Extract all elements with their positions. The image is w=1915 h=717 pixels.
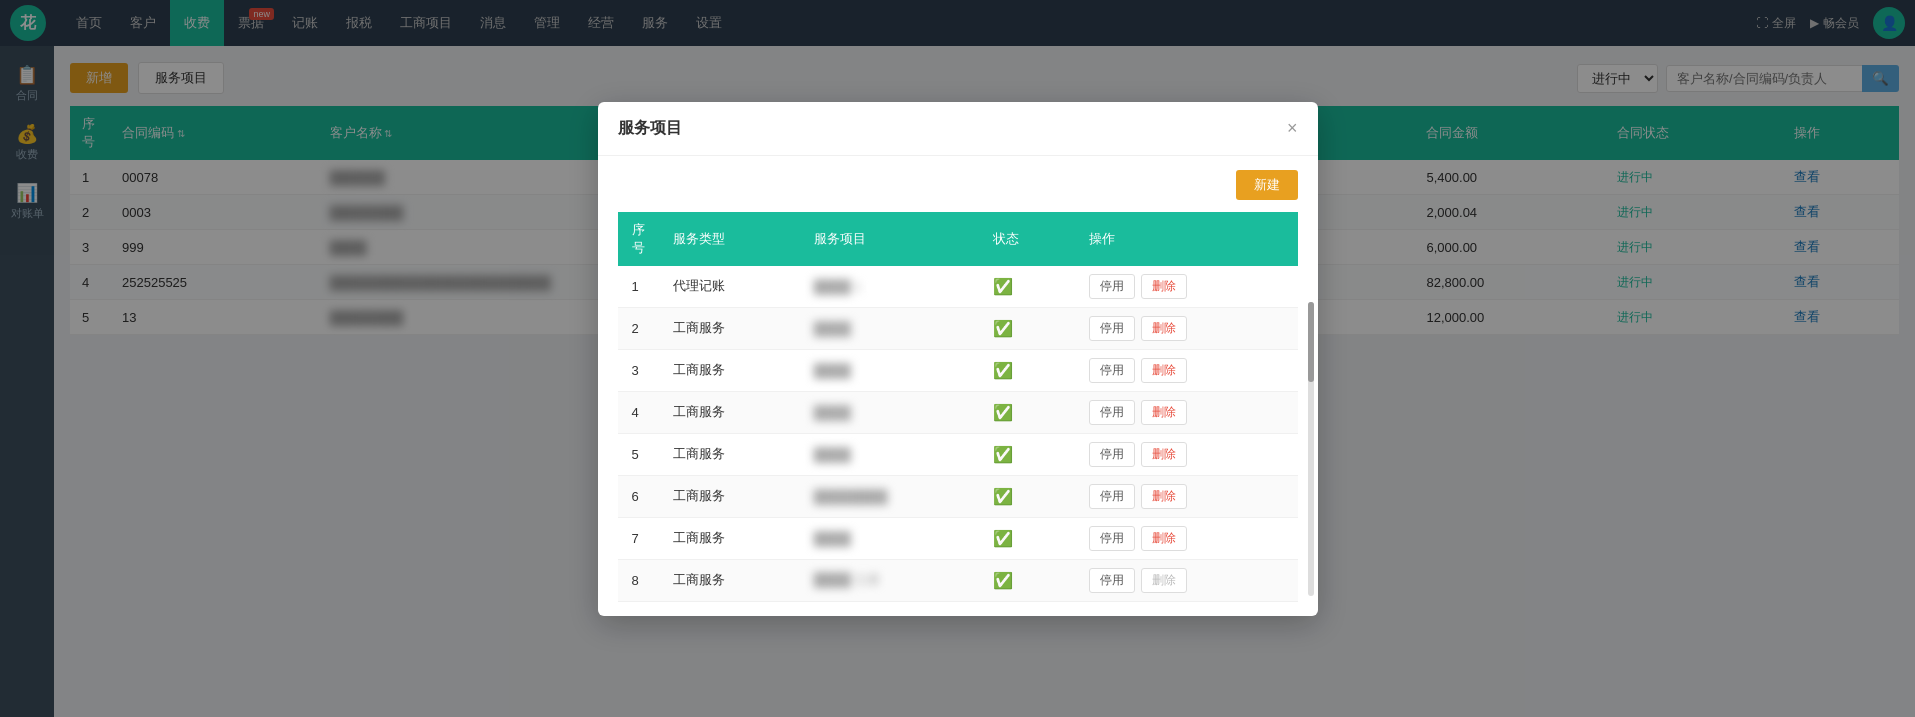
status-check-icon: ✅ xyxy=(993,278,1013,295)
status-check-icon: ✅ xyxy=(993,530,1013,547)
modal-cell-status: ✅ xyxy=(979,349,1074,391)
service-modal: 服务项目 × 新建 序号 服务类型 服务项目 状态 操作 1 代理记账 xyxy=(598,102,1318,616)
modal-cell-type: 工商服务 xyxy=(659,433,800,475)
modal-cell-status: ✅ xyxy=(979,433,1074,475)
modal-cell-type: 工商服务 xyxy=(659,475,800,517)
delete-button[interactable]: 删除 xyxy=(1141,484,1187,509)
modal-close-button[interactable]: × xyxy=(1287,119,1298,137)
stop-button[interactable]: 停用 xyxy=(1089,358,1135,383)
modal-cell-type: 工商服务 xyxy=(659,517,800,559)
modal-cell-type: 工商服务 xyxy=(659,391,800,433)
status-check-icon: ✅ xyxy=(993,446,1013,463)
delete-button[interactable]: 删除 xyxy=(1141,274,1187,299)
modal-cell-status: ✅ xyxy=(979,307,1074,349)
modal-col-seq: 序号 xyxy=(618,212,659,266)
modal-scrollbar[interactable] xyxy=(1308,302,1314,596)
stop-button[interactable]: 停用 xyxy=(1089,316,1135,341)
modal-cell-project: ████ xyxy=(800,349,980,391)
stop-button[interactable]: 停用 xyxy=(1089,442,1135,467)
delete-button[interactable]: 删除 xyxy=(1141,568,1187,593)
service-items-table: 序号 服务类型 服务项目 状态 操作 1 代理记账 ████ 1 ✅ 停用 删除… xyxy=(618,212,1298,602)
modal-cell-status: ✅ xyxy=(979,517,1074,559)
modal-table-row: 4 工商服务 ████ ✅ 停用 删除 xyxy=(618,391,1298,433)
modal-cell-status: ✅ xyxy=(979,559,1074,601)
modal-cell-project: ████ xyxy=(800,517,980,559)
modal-cell-op: 停用 删除 xyxy=(1075,559,1298,601)
status-check-icon: ✅ xyxy=(993,404,1013,421)
modal-table-row: 1 代理记账 ████ 1 ✅ 停用 删除 xyxy=(618,266,1298,308)
stop-button[interactable]: 停用 xyxy=(1089,274,1135,299)
modal-cell-type: 工商服务 xyxy=(659,349,800,391)
stop-button[interactable]: 停用 xyxy=(1089,568,1135,593)
modal-title: 服务项目 xyxy=(618,118,682,139)
modal-cell-seq: 5 xyxy=(618,433,659,475)
modal-body: 新建 序号 服务类型 服务项目 状态 操作 1 代理记账 ████ 1 ✅ 停用 xyxy=(598,156,1318,616)
modal-scrollbar-thumb xyxy=(1308,302,1314,382)
stop-button[interactable]: 停用 xyxy=(1089,484,1135,509)
status-check-icon: ✅ xyxy=(993,488,1013,505)
modal-cell-status: ✅ xyxy=(979,266,1074,308)
status-check-icon: ✅ xyxy=(993,320,1013,337)
modal-cell-project: ████ xyxy=(800,391,980,433)
modal-cell-project: ████████ xyxy=(800,475,980,517)
modal-new-button[interactable]: 新建 xyxy=(1236,170,1298,200)
modal-col-project: 服务项目 xyxy=(800,212,980,266)
modal-cell-seq: 3 xyxy=(618,349,659,391)
status-check-icon: ✅ xyxy=(993,572,1013,589)
modal-header: 服务项目 × xyxy=(598,102,1318,156)
modal-table-row: 7 工商服务 ████ ✅ 停用 删除 xyxy=(618,517,1298,559)
delete-button[interactable]: 删除 xyxy=(1141,526,1187,551)
modal-col-op: 操作 xyxy=(1075,212,1298,266)
modal-cell-type: 代理记账 xyxy=(659,266,800,308)
modal-overlay[interactable]: 服务项目 × 新建 序号 服务类型 服务项目 状态 操作 1 代理记账 xyxy=(0,0,1915,717)
modal-cell-project: ████ xyxy=(800,307,980,349)
modal-cell-seq: 6 xyxy=(618,475,659,517)
modal-cell-op: 停用 删除 xyxy=(1075,517,1298,559)
modal-cell-seq: 8 xyxy=(618,559,659,601)
modal-col-status: 状态 xyxy=(979,212,1074,266)
modal-cell-op: 停用 删除 xyxy=(1075,391,1298,433)
modal-cell-project: ████ 注册 xyxy=(800,559,980,601)
modal-table-row: 5 工商服务 ████ ✅ 停用 删除 xyxy=(618,433,1298,475)
modal-cell-status: ✅ xyxy=(979,475,1074,517)
modal-table-row: 3 工商服务 ████ ✅ 停用 删除 xyxy=(618,349,1298,391)
stop-button[interactable]: 停用 xyxy=(1089,400,1135,425)
modal-cell-type: 工商服务 xyxy=(659,559,800,601)
modal-cell-op: 停用 删除 xyxy=(1075,475,1298,517)
modal-col-type: 服务类型 xyxy=(659,212,800,266)
stop-button[interactable]: 停用 xyxy=(1089,526,1135,551)
modal-cell-project: ████ xyxy=(800,433,980,475)
delete-button[interactable]: 删除 xyxy=(1141,316,1187,341)
modal-cell-seq: 7 xyxy=(618,517,659,559)
modal-cell-op: 停用 删除 xyxy=(1075,307,1298,349)
modal-cell-op: 停用 删除 xyxy=(1075,433,1298,475)
delete-button[interactable]: 删除 xyxy=(1141,358,1187,383)
modal-cell-status: ✅ xyxy=(979,391,1074,433)
modal-toolbar: 新建 xyxy=(618,170,1298,200)
modal-cell-seq: 4 xyxy=(618,391,659,433)
delete-button[interactable]: 删除 xyxy=(1141,442,1187,467)
modal-cell-seq: 2 xyxy=(618,307,659,349)
delete-button[interactable]: 删除 xyxy=(1141,400,1187,425)
modal-table-row: 8 工商服务 ████ 注册 ✅ 停用 删除 xyxy=(618,559,1298,601)
modal-cell-op: 停用 删除 xyxy=(1075,349,1298,391)
modal-cell-op: 停用 删除 xyxy=(1075,266,1298,308)
modal-cell-project: ████ 1 xyxy=(800,266,980,308)
modal-table-row: 2 工商服务 ████ ✅ 停用 删除 xyxy=(618,307,1298,349)
modal-cell-seq: 1 xyxy=(618,266,659,308)
status-check-icon: ✅ xyxy=(993,362,1013,379)
modal-table-row: 6 工商服务 ████████ ✅ 停用 删除 xyxy=(618,475,1298,517)
modal-cell-type: 工商服务 xyxy=(659,307,800,349)
